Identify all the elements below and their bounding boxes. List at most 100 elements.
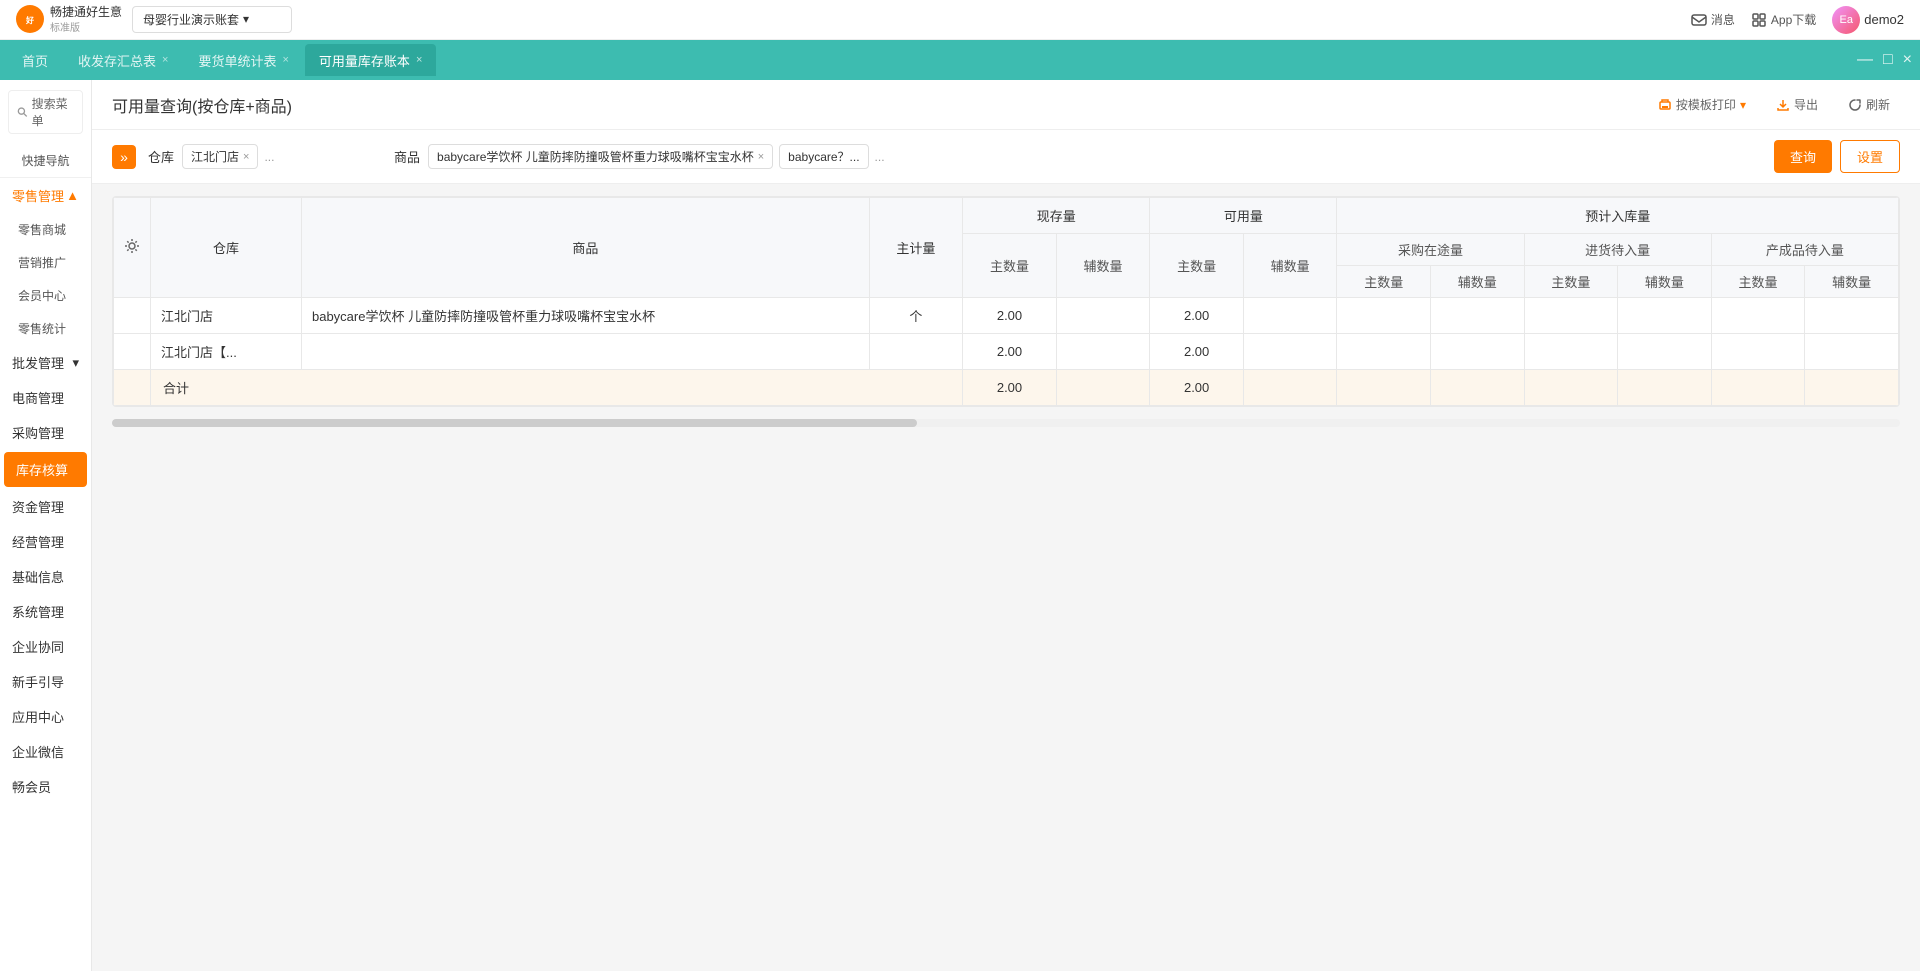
row1-avail-main: 2.00 (1150, 298, 1244, 334)
settings-btn[interactable]: 设置 (1840, 140, 1900, 173)
product-tag1-remove[interactable]: × (758, 151, 764, 163)
horizontal-scrollbar[interactable] (112, 419, 1900, 427)
logo-sub: 标准版 (50, 19, 122, 34)
sidebar-section-basic[interactable]: 基础信息 (0, 559, 91, 594)
col-index-header: 仓库 (151, 198, 302, 298)
svg-text:好: 好 (25, 15, 34, 25)
sidebar-search-inner[interactable]: 搜索菜单 (8, 90, 83, 134)
sidebar-item-member[interactable]: 会员中心 (0, 279, 91, 312)
sidebar-section-system[interactable]: 系统管理 (0, 594, 91, 629)
col-fp-main-header: 主数量 (1711, 266, 1805, 298)
tab-available-inventory-close[interactable]: × (416, 54, 422, 66)
product-tags: babycare学饮杯 儿童防摔防撞吸管杯重力球吸嘴杯宝宝水杯 × babyca… (428, 144, 885, 169)
tenant-dropdown-icon: ▾ (243, 12, 249, 26)
product-ellipsis[interactable]: ... (875, 150, 885, 164)
total-settings-cell (114, 370, 151, 406)
sidebar-section-vip[interactable]: 畅会员 (0, 769, 91, 804)
page-header: 可用量查询(按仓库+商品) 按模板打印 ▾ 导出 (92, 80, 1920, 130)
col-iw-main-header: 主数量 (1524, 266, 1618, 298)
sidebar-section-inventory[interactable]: 库存核算 (4, 452, 87, 487)
sidebar-item-marketing[interactable]: 营销推广 (0, 246, 91, 279)
tab-home[interactable]: 首页 (8, 44, 62, 76)
table-footer: 合计 2.00 2.00 (114, 370, 1899, 406)
scrollbar-thumb[interactable] (112, 419, 917, 427)
message-btn[interactable]: 消息 (1691, 11, 1735, 28)
sidebar-section-newbie[interactable]: 新手引导 (0, 664, 91, 699)
total-fp-main (1711, 370, 1805, 406)
logo-text-block: 畅捷通好生意 标准版 (50, 5, 122, 34)
tab-receive-send-close[interactable]: × (162, 54, 168, 66)
sidebar-section-finance[interactable]: 资金管理 (0, 489, 91, 524)
tenant-selector[interactable]: 母婴行业演示账套 ▾ (132, 6, 292, 33)
tab-bar: 首页 收发存汇总表 × 要货单统计表 × 可用量库存账本 × — □ × (0, 40, 1920, 80)
sidebar-section-purchase[interactable]: 采购管理 (0, 415, 91, 450)
export-btn[interactable]: 导出 (1766, 92, 1828, 117)
avatar: Ea (1832, 6, 1860, 34)
sidebar-section-enterprise[interactable]: 企业协同 (0, 629, 91, 664)
row2-avail-aux (1243, 334, 1337, 370)
row1-settings (114, 298, 151, 334)
export-icon (1776, 98, 1790, 112)
warehouse-ellipsis[interactable]: ... (264, 150, 274, 164)
sidebar-section-wholesale[interactable]: 批发管理 ▾ (0, 345, 91, 380)
tab-close-all-btn[interactable]: × (1903, 51, 1912, 69)
sidebar-section-appstore[interactable]: 应用中心 (0, 699, 91, 734)
row1-unit: 个 (869, 298, 963, 334)
tab-available-inventory[interactable]: 可用量库存账本 × (305, 44, 436, 76)
app-download-btn[interactable]: App下载 (1751, 11, 1816, 28)
product-tag1[interactable]: babycare学饮杯 儿童防摔防撞吸管杯重力球吸嘴杯宝宝水杯 × (428, 144, 773, 169)
sidebar-search[interactable]: 搜索菜单 (0, 80, 91, 144)
sidebar-wecom-label: 企业微信 (12, 742, 64, 761)
row2-product (301, 334, 869, 370)
message-label: 消息 (1711, 11, 1735, 28)
table-body: 江北门店 babycare学饮杯 儿童防摔防撞吸管杯重力球吸嘴杯宝宝水杯 个 2… (114, 298, 1899, 370)
row2-stock-aux (1056, 334, 1150, 370)
total-avail-aux (1243, 370, 1337, 406)
sidebar-item-quick-nav[interactable]: 快捷导航 (0, 144, 91, 178)
sidebar-section-operations[interactable]: 经营管理 (0, 524, 91, 559)
table-header-top: 仓库 商品 主计量 现存量 可用量 预计入库量 (114, 198, 1899, 234)
product-tag2[interactable]: babycare？... (779, 144, 868, 169)
query-btn[interactable]: 查询 (1774, 140, 1832, 173)
sidebar-section-ecommerce[interactable]: 电商管理 (0, 380, 91, 415)
col-settings-icon[interactable] (124, 238, 140, 254)
sidebar-basic-label: 基础信息 (12, 567, 64, 586)
sidebar: 搜索菜单 快捷导航 零售管理 ▲ 零售商城 营销推广 会员中心 零售统计 批发管… (0, 80, 92, 971)
tab-maximize-btn[interactable]: □ (1883, 51, 1893, 69)
filter-toggle-btn[interactable]: » (112, 145, 136, 169)
sidebar-section-retail[interactable]: 零售管理 ▲ (0, 178, 91, 213)
total-stock-main: 2.00 (963, 370, 1057, 406)
tenant-name: 母婴行业演示账套 (143, 11, 239, 28)
sidebar-operations-label: 经营管理 (12, 532, 64, 551)
warehouse-tag-remove[interactable]: × (243, 151, 249, 163)
col-avail-header: 可用量 (1150, 198, 1337, 234)
sidebar-member-label: 会员中心 (18, 289, 66, 303)
print-icon (1658, 98, 1672, 112)
refresh-btn[interactable]: 刷新 (1838, 92, 1900, 117)
sidebar-retail-arrow: ▲ (66, 188, 79, 203)
tab-minimize-btn[interactable]: — (1857, 51, 1873, 69)
sidebar-item-retail-mall[interactable]: 零售商城 (0, 213, 91, 246)
row1-stock-aux (1056, 298, 1150, 334)
sidebar-item-retail-stat[interactable]: 零售统计 (0, 312, 91, 345)
tab-requisition-stat[interactable]: 要货单统计表 × (184, 44, 302, 76)
total-iw-aux (1618, 370, 1712, 406)
tab-bar-actions: — □ × (1857, 51, 1912, 69)
warehouse-tag[interactable]: 江北门店 × (182, 144, 258, 169)
row2-warehouse: 江北门店【... (151, 334, 302, 370)
total-avail-main: 2.00 (1150, 370, 1244, 406)
row2-iw-aux (1618, 334, 1712, 370)
total-pt-aux (1431, 370, 1525, 406)
row2-settings (114, 334, 151, 370)
tab-requisition-stat-close[interactable]: × (282, 54, 288, 66)
sidebar-section-wecom[interactable]: 企业微信 (0, 734, 91, 769)
col-stock-main-header: 主数量 (963, 234, 1057, 298)
user-btn[interactable]: Ea demo2 (1832, 6, 1904, 34)
sidebar-marketing-label: 营销推广 (18, 256, 66, 270)
tab-receive-send[interactable]: 收发存汇总表 × (64, 44, 182, 76)
col-unit-header: 主计量 (869, 198, 963, 298)
col-pt-aux-header: 辅数量 (1431, 266, 1525, 298)
search-icon (17, 106, 28, 118)
col-incoming-header: 预计入库量 (1337, 198, 1899, 234)
print-btn[interactable]: 按模板打印 ▾ (1648, 92, 1756, 117)
